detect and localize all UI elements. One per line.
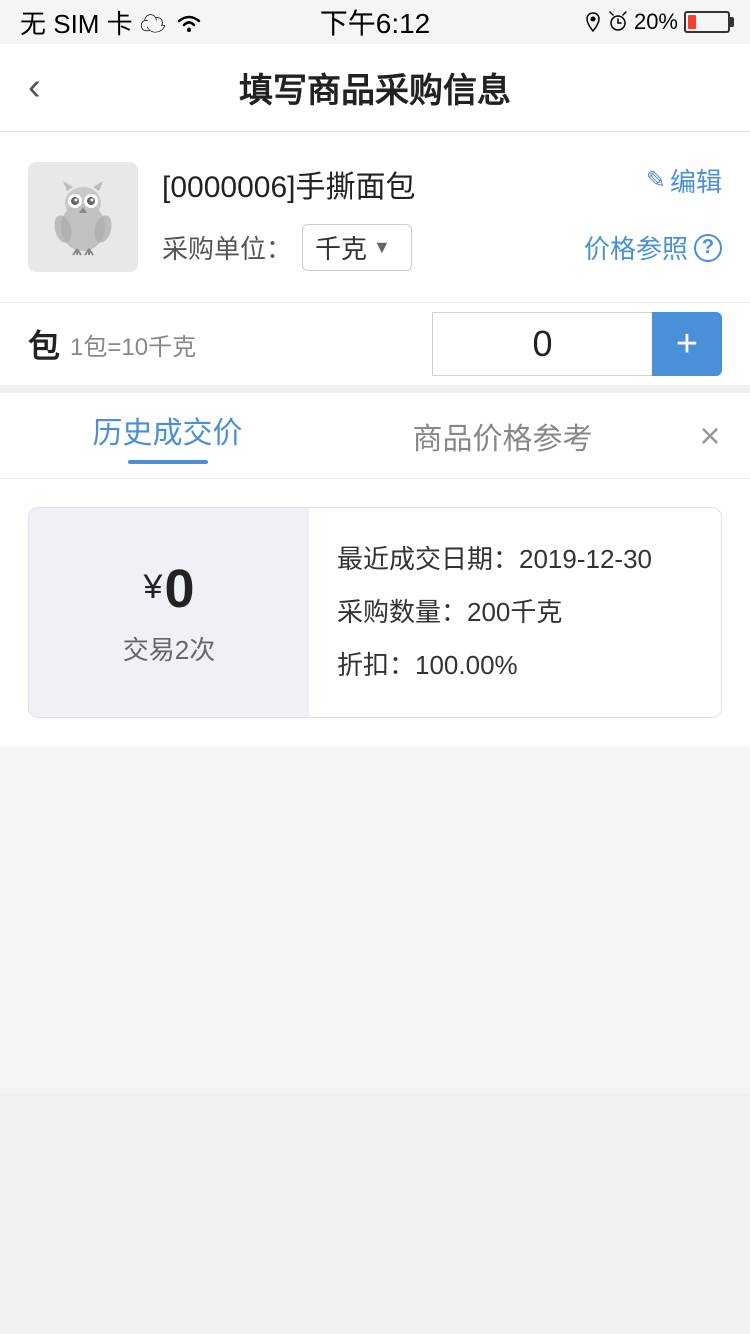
price-card-area: ¥ 0 交易2次 最近成交日期：2019-12-30 采购数量：200千克 折扣… [0, 479, 750, 746]
status-right: 20% [584, 9, 730, 35]
purchase-qty-row: 采购数量：200千克 [337, 593, 693, 632]
status-left: 无 SIM 卡 ☁ [20, 4, 204, 41]
quantity-row: 包 1包=10千克 0 + [0, 303, 750, 393]
alarm-icon [608, 11, 628, 33]
price-details: 最近成交日期：2019-12-30 采购数量：200千克 折扣：100.00% [309, 508, 721, 717]
unit-row: 采购单位： 千克 ▼ [162, 224, 412, 271]
recent-date-row: 最近成交日期：2019-12-30 [337, 540, 693, 579]
edit-button[interactable]: ✎ 编辑 [646, 162, 722, 199]
location-icon [584, 11, 602, 33]
edit-icon: ✎ [646, 166, 666, 195]
product-info: [0000006]手撕面包 ✎ 编辑 采购单位： 千克 ▼ 价格参照 ? [162, 162, 722, 271]
battery-icon [684, 11, 730, 33]
main-content: 历史成交价 商品价格参考 × ¥ 0 交易2次 最近成交日期：2019-12-3… [0, 393, 750, 1093]
sim-signal-text: 无 SIM 卡 ☁ [20, 4, 166, 41]
page-title: 填写商品采购信息 [239, 63, 511, 112]
quantity-plus-button[interactable]: + [652, 312, 722, 376]
price-amount: ¥ 0 [144, 558, 195, 620]
price-ref-button[interactable]: 价格参照 ? [584, 229, 722, 266]
product-card: [0000006]手撕面包 ✎ 编辑 采购单位： 千克 ▼ 价格参照 ? [0, 132, 750, 303]
quantity-subunit: 1包=10千克 [70, 327, 196, 362]
back-button[interactable]: ‹ [28, 66, 41, 109]
status-bar: 无 SIM 卡 ☁ 下午6:12 20% [0, 0, 750, 44]
discount-row: 折扣：100.00% [337, 646, 693, 685]
product-header: [0000006]手撕面包 ✎ 编辑 [162, 162, 722, 206]
purchase-qty-value: 200千克 [467, 597, 562, 627]
quantity-unit: 包 [28, 321, 60, 367]
tab-active-underline [128, 460, 208, 464]
discount-value: 100.00% [415, 650, 518, 680]
currency-symbol: ¥ [144, 568, 163, 607]
tabs-bar: 历史成交价 商品价格参考 × [0, 393, 750, 479]
quantity-input[interactable]: 0 [432, 312, 652, 376]
product-meta: 采购单位： 千克 ▼ 价格参照 ? [162, 224, 722, 271]
product-name: [0000006]手撕面包 [162, 162, 415, 206]
product-thumbnail [28, 162, 138, 272]
price-value: 0 [164, 558, 194, 620]
wifi-icon [174, 11, 204, 33]
price-summary: ¥ 0 交易2次 [29, 508, 309, 717]
tab-history-price[interactable]: 历史成交价 [0, 393, 335, 479]
recent-date-label: 最近成交日期： [337, 544, 519, 574]
product-logo-icon [43, 177, 123, 257]
unit-label: 采购单位： [162, 229, 292, 266]
price-ref-label: 价格参照 [584, 229, 688, 266]
tab-price-ref-label: 商品价格参考 [413, 414, 593, 458]
recent-date-value: 2019-12-30 [519, 544, 652, 574]
unit-select[interactable]: 千克 ▼ [302, 224, 412, 271]
tab-close-button[interactable]: × [670, 415, 750, 457]
tab-history-price-label: 历史成交价 [93, 408, 243, 452]
transaction-count: 交易2次 [123, 630, 215, 667]
price-card: ¥ 0 交易2次 最近成交日期：2019-12-30 采购数量：200千克 折扣… [28, 507, 722, 718]
quantity-control: 0 + [432, 312, 722, 376]
discount-label: 折扣： [337, 650, 415, 680]
price-ref-info-icon: ? [694, 234, 722, 262]
quantity-label: 包 1包=10千克 [28, 321, 196, 367]
edit-label: 编辑 [670, 162, 722, 199]
status-time: 下午6:12 [320, 2, 431, 42]
unit-value: 千克 [315, 229, 367, 266]
nav-bar: ‹ 填写商品采购信息 [0, 44, 750, 132]
purchase-qty-label: 采购数量： [337, 597, 467, 627]
battery-percent: 20% [634, 9, 678, 35]
tab-price-ref[interactable]: 商品价格参考 [335, 393, 670, 479]
dropdown-arrow-icon: ▼ [373, 237, 391, 258]
